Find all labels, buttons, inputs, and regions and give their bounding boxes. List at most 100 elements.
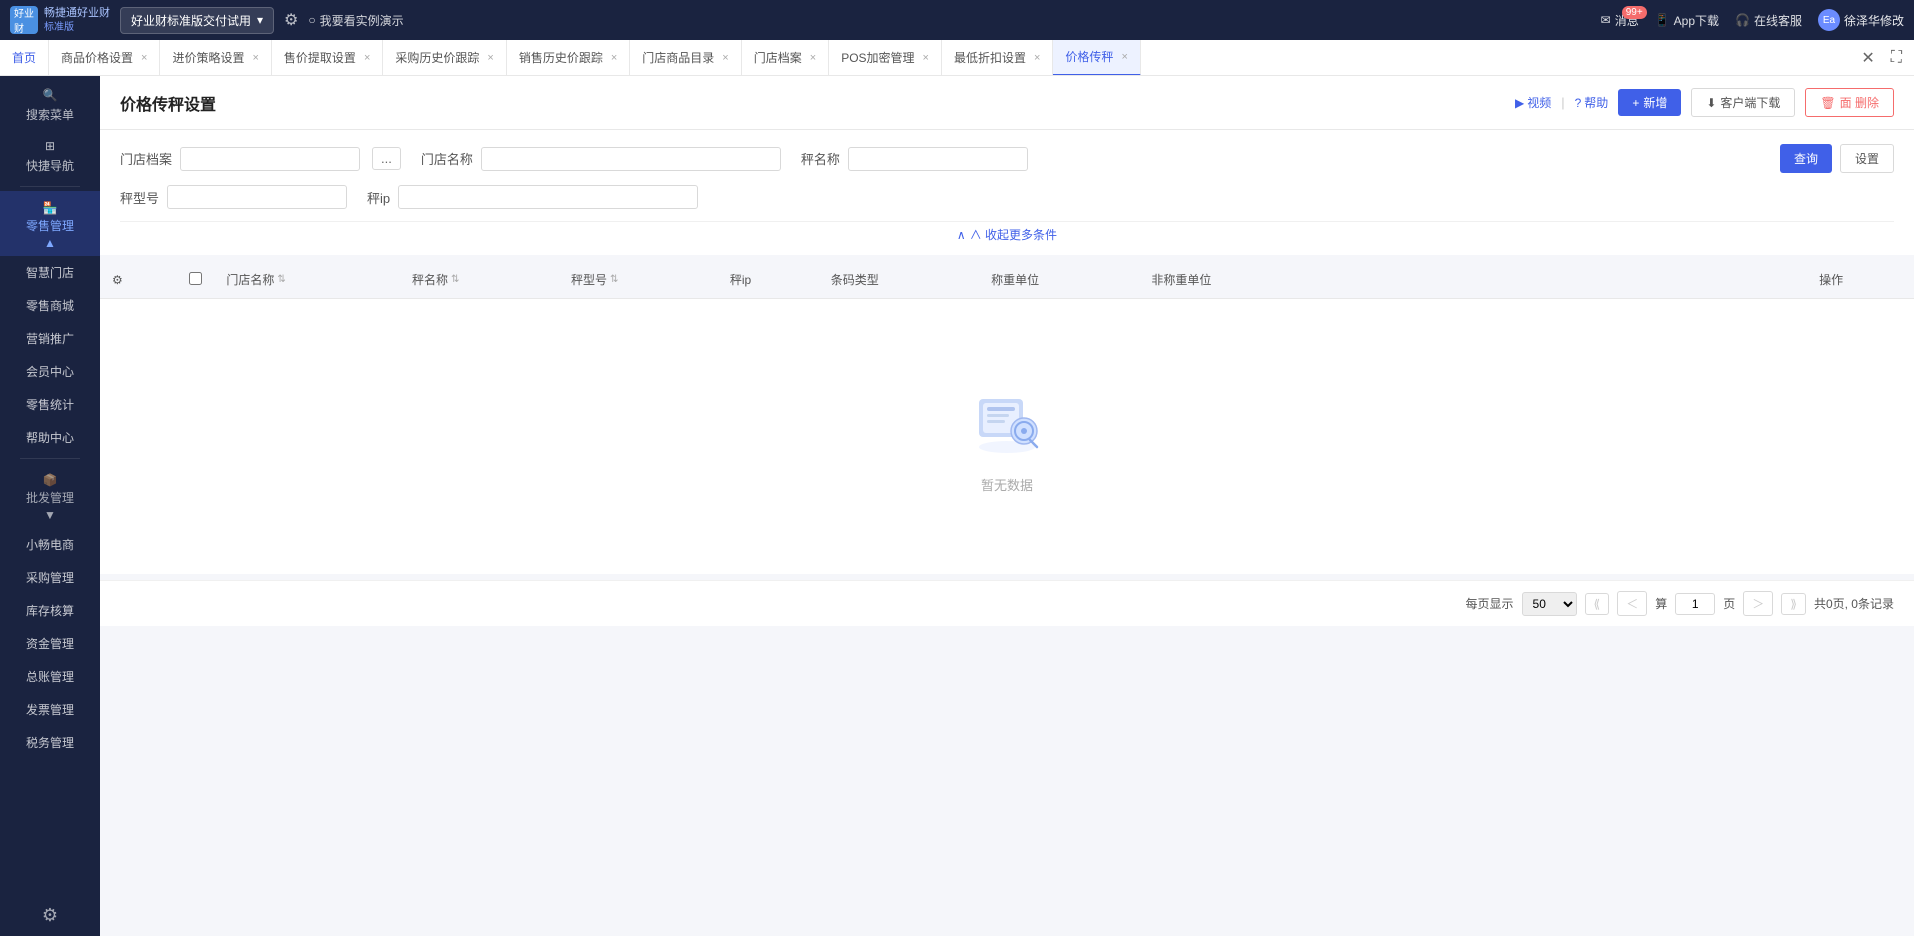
filter-scale-name-input[interactable] (848, 147, 1028, 171)
sidebar-item-purchase[interactable]: 采购管理 (0, 561, 100, 594)
tab-purchase-history-close[interactable]: × (487, 52, 493, 64)
tab-price-setting-close[interactable]: × (141, 52, 147, 64)
th-scale-name[interactable]: 秤名称 ⇅ (400, 261, 559, 299)
tab-price-scale[interactable]: 价格传秤 × (1053, 40, 1140, 76)
tab-sale-price-close[interactable]: × (364, 52, 370, 64)
th-store-name-sort[interactable]: 门店名称 ⇅ (226, 271, 388, 288)
tab-store-catalog-close[interactable]: × (722, 52, 728, 64)
sidebar-settings-button[interactable]: ⚙ (42, 905, 58, 926)
pagination-total-info: 共0页, 0条记录 (1814, 595, 1894, 612)
tab-store-profile-close[interactable]: × (810, 52, 816, 64)
th-non-weight-unit: 非称重单位 (1139, 261, 1807, 299)
filter-scale-name: 秤名称 (801, 147, 1028, 171)
tab-min-discount-close[interactable]: × (1034, 52, 1040, 64)
table-header-row: ⚙ 门店名称 ⇅ (100, 261, 1914, 299)
tab-sale-price[interactable]: 售价提取设置 × (272, 40, 383, 76)
filter-row-2: 秤型号 秤ip (120, 185, 1894, 209)
th-scale-ip-label: 秤ip (730, 273, 751, 287)
sidebar-item-help[interactable]: 帮助中心 (0, 421, 100, 454)
online-service-button[interactable]: 🎧 在线客服 (1735, 12, 1802, 29)
headset-icon: 🎧 (1735, 13, 1750, 27)
tab-expand-button[interactable]: ⛶ (1887, 49, 1906, 67)
sidebar-item-ledger[interactable]: 总账管理 (0, 660, 100, 693)
th-scale-model[interactable]: 秤型号 ⇅ (559, 261, 718, 299)
sidebar-search[interactable]: 🔍 搜索菜单 (0, 76, 100, 131)
filter-store-name-input[interactable] (481, 147, 781, 171)
sidebar-item-member[interactable]: 会员中心 (0, 355, 100, 388)
th-gear[interactable]: ⚙ (100, 261, 177, 299)
sort-icon-store-name: ⇅ (277, 274, 285, 285)
select-all-checkbox[interactable] (189, 272, 202, 285)
th-checkbox[interactable] (177, 261, 214, 299)
pagination-next-button[interactable]: ＞ (1743, 591, 1773, 616)
tab-purchase-history[interactable]: 采购历史价跟踪 × (383, 40, 506, 76)
setting-button[interactable]: 设置 (1840, 144, 1894, 173)
sidebar-item-retail-mall[interactable]: 零售商城 (0, 289, 100, 322)
sidebar-item-retail-stats[interactable]: 零售统计 (0, 388, 100, 421)
message-badge: 99+ (1622, 6, 1647, 19)
tab-store-profile[interactable]: 门店档案 × (742, 40, 829, 76)
pagination-page-suffix: 页 (1723, 595, 1735, 612)
tab-home-label: 首页 (12, 49, 36, 66)
tab-pos-management-close[interactable]: × (923, 52, 929, 64)
pagination-first-button[interactable]: ⟪ (1585, 593, 1610, 615)
tab-sale-history[interactable]: 销售历史价跟踪 × (507, 40, 630, 76)
pagination-page-input[interactable] (1675, 593, 1715, 615)
tab-price-setting[interactable]: 商品价格设置 × (49, 40, 160, 76)
table-body: 暂无数据 (100, 299, 1914, 575)
th-barcode-type-label: 条码类型 (831, 273, 879, 287)
sidebar-smart-store-label: 智慧门店 (26, 266, 74, 280)
online-service-label: 在线客服 (1754, 12, 1802, 29)
pagination-last-button[interactable]: ⟫ (1781, 593, 1806, 615)
help-link[interactable]: ? 帮助 (1575, 94, 1609, 111)
tab-strategy-close[interactable]: × (252, 52, 258, 64)
sidebar-item-retail[interactable]: 🏪 零售管理 ▲ (0, 191, 100, 256)
pagination-prev-button[interactable]: ＜ (1617, 591, 1647, 616)
filter-scale-model-input[interactable] (167, 185, 347, 209)
add-button[interactable]: + 新增 (1618, 89, 1681, 116)
th-scale-model-sort[interactable]: 秤型号 ⇅ (571, 271, 706, 288)
tab-pos-management[interactable]: POS加密管理 × (829, 40, 942, 76)
demo-button[interactable]: ○ 我要看实例演示 (308, 12, 403, 29)
query-button[interactable]: 查询 (1780, 144, 1832, 173)
tab-store-catalog[interactable]: 门店商品目录 × (630, 40, 741, 76)
sidebar-item-invoice[interactable]: 发票管理 (0, 693, 100, 726)
filter-store-profile-select-button[interactable]: ... (372, 147, 401, 170)
delete-icon: 🗑 (1820, 96, 1835, 110)
sidebar-item-tax[interactable]: 税务管理 (0, 726, 100, 759)
sidebar-item-wholesale[interactable]: 📦 批发管理 ▼ (0, 463, 100, 528)
pagination-per-page-select[interactable]: 50 10 20 100 (1522, 592, 1577, 616)
message-button[interactable]: ✉ 消息 99+ (1601, 12, 1639, 29)
sidebar-item-ecommerce[interactable]: 小畅电商 (0, 528, 100, 561)
main-layout: 🔍 搜索菜单 ⊞ 快捷导航 🏪 零售管理 ▲ 智慧门店 零售商城 营销推广 会员… (0, 76, 1914, 936)
tab-home[interactable]: 首页 (0, 40, 49, 76)
delete-button[interactable]: 🗑 面 删除 (1805, 88, 1894, 117)
filter-scale-ip-input[interactable] (398, 185, 698, 209)
logo-text: 畅捷通好业财标准版 (44, 6, 110, 35)
sidebar-item-marketing[interactable]: 营销推广 (0, 322, 100, 355)
version-dropdown[interactable]: 好业财标准版交付试用 ▾ (120, 7, 274, 34)
sidebar-item-smart-store[interactable]: 智慧门店 (0, 256, 100, 289)
sidebar-divider-2 (20, 458, 80, 459)
sidebar-quick-nav[interactable]: ⊞ 快捷导航 (0, 131, 100, 182)
tab-close-all-button[interactable]: ✕ (1857, 48, 1878, 68)
user-menu[interactable]: Ea 徐泽华修改 (1818, 9, 1904, 31)
video-link[interactable]: ▶ 视频 (1515, 94, 1551, 111)
filter-scale-model: 秤型号 (120, 185, 347, 209)
tab-price-scale-close[interactable]: × (1121, 51, 1127, 63)
page-title: 价格传秤设置 (120, 91, 216, 115)
th-barcode-type: 条码类型 (819, 261, 979, 299)
arrow-down-icon: ▼ (44, 508, 56, 522)
th-scale-name-sort[interactable]: 秤名称 ⇅ (412, 271, 547, 288)
collapse-more-button[interactable]: ∧ ∧ 收起更多条件 (120, 221, 1894, 247)
app-download-button[interactable]: 📱 App下载 (1655, 12, 1719, 29)
sidebar-item-inventory[interactable]: 库存核算 (0, 594, 100, 627)
tab-sale-history-close[interactable]: × (611, 52, 617, 64)
tab-strategy-setting[interactable]: 进价策略设置 × (160, 40, 271, 76)
filter-store-profile-input[interactable] (180, 147, 360, 171)
tab-min-discount[interactable]: 最低折扣设置 × (942, 40, 1053, 76)
sidebar-item-finance[interactable]: 资金管理 (0, 627, 100, 660)
topbar-settings-button[interactable]: ⚙ (284, 10, 298, 30)
th-store-name[interactable]: 门店名称 ⇅ (214, 261, 400, 299)
download-button[interactable]: ⬇ 客户端下载 (1691, 88, 1795, 117)
